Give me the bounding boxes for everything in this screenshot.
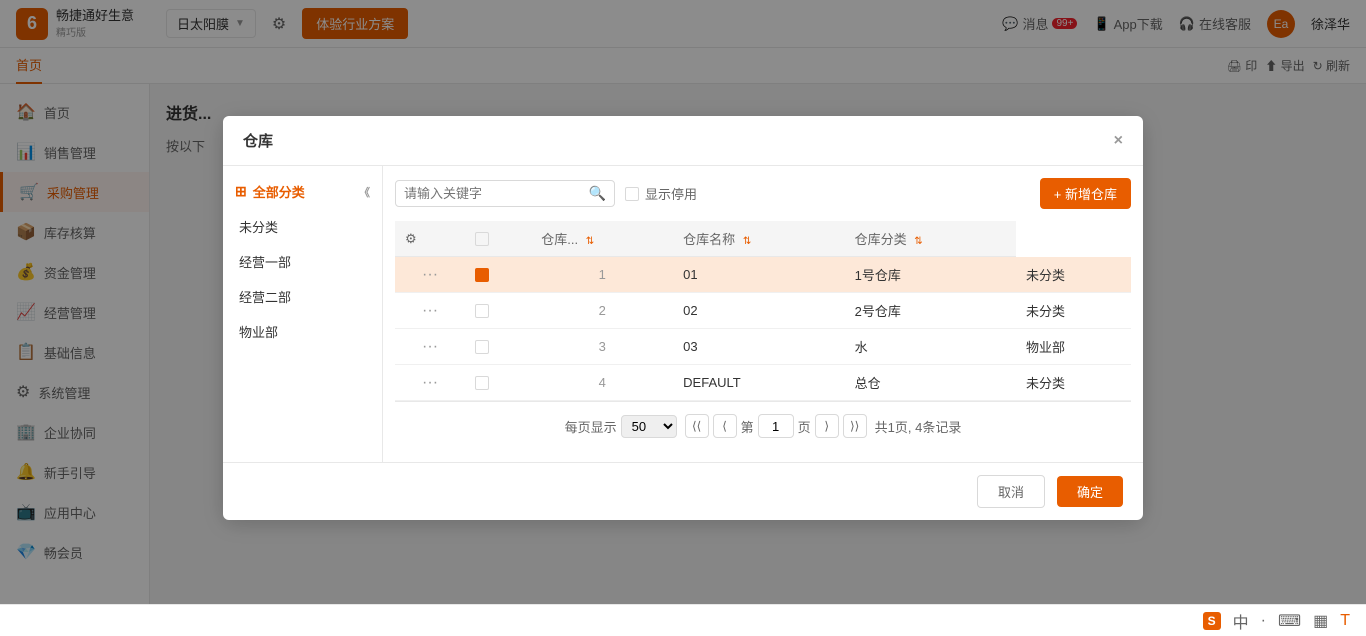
warehouse-modal: 仓库 × ⊞ 全部分类 《 未分类 经营一部 经营二部 物业部 (223, 116, 1143, 520)
table-panel: 🔍 显示停用 + 新增仓库 ⚙ (383, 166, 1143, 462)
search-icon[interactable]: 🔍 (589, 185, 606, 202)
add-warehouse-button[interactable]: + 新增仓库 (1040, 178, 1131, 209)
row-check-cell-0[interactable] (465, 257, 531, 293)
row-gear-0[interactable]: ··· (395, 257, 465, 293)
table-row[interactable]: ··· 1 01 1号仓库 未分类 (395, 257, 1131, 293)
page-label: 第 (741, 417, 754, 436)
next-page-btn[interactable]: ⟩ (815, 414, 839, 438)
col-name[interactable]: 仓库名称 ⇅ (673, 221, 844, 257)
modal-close-button[interactable]: × (1114, 132, 1123, 150)
page-suffix: 页 (798, 417, 811, 436)
col-code[interactable]: 仓库... ⇅ (531, 221, 673, 257)
more-icon-1[interactable]: ··· (422, 302, 438, 319)
modal-title: 仓库 (243, 130, 273, 151)
pagination: 每页显示 50 100 ⟨⟨ ⟨ 第 页 ⟩ ⟩⟩ (395, 401, 1131, 450)
table-body: ··· 1 01 1号仓库 未分类 ··· 2 02 2号仓库 未分类 ··· (395, 257, 1131, 401)
search-input-wrap[interactable]: 🔍 (395, 180, 615, 207)
category-grid-icon: ⊞ (235, 183, 247, 200)
modal-backdrop: 仓库 × ⊞ 全部分类 《 未分类 经营一部 经营二部 物业部 (0, 0, 1366, 636)
col-gear[interactable]: ⚙ (395, 221, 465, 257)
row-num-3: 4 (531, 365, 673, 401)
row-code-0: 01 (673, 257, 844, 293)
category-collapse-icon[interactable]: 《 (359, 184, 370, 200)
layout-icon[interactable]: ▦ (1313, 611, 1328, 631)
row-category-0: 未分类 (1016, 257, 1131, 293)
cancel-button[interactable]: 取消 (977, 475, 1045, 508)
per-page-area: 每页显示 50 100 (565, 415, 677, 438)
more-icon-3[interactable]: ··· (422, 374, 438, 391)
row-num-2: 3 (531, 329, 673, 365)
row-check-cell-1[interactable] (465, 293, 531, 329)
table-row[interactable]: ··· 2 02 2号仓库 未分类 (395, 293, 1131, 329)
row-name-0: 1号仓库 (845, 257, 1016, 293)
row-gear-1[interactable]: ··· (395, 293, 465, 329)
chinese-icon[interactable]: 中 (1233, 609, 1249, 633)
page-input[interactable] (758, 414, 794, 438)
category-header-label: 全部分类 (253, 182, 305, 201)
row-checkbox-3[interactable] (475, 376, 489, 390)
prev-page-btn[interactable]: ⟨ (713, 414, 737, 438)
row-name-3: 总仓 (845, 365, 1016, 401)
row-category-1: 未分类 (1016, 293, 1131, 329)
row-checkbox-1[interactable] (475, 304, 489, 318)
col-check (465, 221, 531, 257)
more-icon-0[interactable]: ··· (422, 266, 438, 283)
category-item-ops2[interactable]: 经营二部 (223, 279, 382, 314)
last-page-btn[interactable]: ⟩⟩ (843, 414, 867, 438)
search-input[interactable] (404, 186, 589, 201)
select-all-checkbox[interactable] (475, 232, 489, 246)
table-row[interactable]: ··· 4 DEFAULT 总仓 未分类 (395, 365, 1131, 401)
row-check-cell-3[interactable] (465, 365, 531, 401)
row-checkbox-0[interactable] (475, 268, 489, 282)
row-code-2: 03 (673, 329, 844, 365)
t-icon[interactable]: T (1340, 612, 1350, 630)
bottom-bar: S 中 · ⌨ ▦ T (0, 604, 1366, 636)
total-info: 共1页, 4条记录 (875, 417, 962, 436)
category-item-unclassified[interactable]: 未分类 (223, 209, 382, 244)
table-header-row: ⚙ 仓库... ⇅ 仓库名称 ⇅ (395, 221, 1131, 257)
row-checkbox-2[interactable] (475, 340, 489, 354)
more-icon-2[interactable]: ··· (422, 338, 438, 355)
sort-category-icon: ⇅ (914, 236, 922, 247)
row-num-1: 2 (531, 293, 673, 329)
warehouse-table: ⚙ 仓库... ⇅ 仓库名称 ⇅ (395, 221, 1131, 401)
show-disabled-area: 显示停用 (625, 184, 697, 203)
keyboard-icon[interactable]: ⌨ (1278, 611, 1301, 631)
dot-icon[interactable]: · (1261, 612, 1266, 630)
modal-header: 仓库 × (223, 116, 1143, 166)
row-name-2: 水 (845, 329, 1016, 365)
row-code-3: DEFAULT (673, 365, 844, 401)
first-page-btn[interactable]: ⟨⟨ (685, 414, 709, 438)
row-check-cell-2[interactable] (465, 329, 531, 365)
row-category-2: 物业部 (1016, 329, 1131, 365)
sort-name-icon: ⇅ (743, 236, 751, 247)
row-code-1: 02 (673, 293, 844, 329)
per-page-label: 每页显示 (565, 417, 617, 436)
table-row[interactable]: ··· 3 03 水 物业部 (395, 329, 1131, 365)
show-disabled-label: 显示停用 (645, 184, 697, 203)
modal-body: ⊞ 全部分类 《 未分类 经营一部 经营二部 物业部 🔍 (223, 166, 1143, 462)
row-category-3: 未分类 (1016, 365, 1131, 401)
modal-footer: 取消 确定 (223, 462, 1143, 520)
sort-code-icon: ⇅ (586, 236, 594, 247)
s-logo: S (1203, 612, 1221, 630)
row-num-0: 1 (531, 257, 673, 293)
per-page-select[interactable]: 50 100 (621, 415, 677, 438)
confirm-button[interactable]: 确定 (1057, 476, 1123, 507)
row-gear-3[interactable]: ··· (395, 365, 465, 401)
col-category[interactable]: 仓库分类 ⇅ (845, 221, 1016, 257)
show-disabled-checkbox[interactable] (625, 187, 639, 201)
category-header[interactable]: ⊞ 全部分类 《 (223, 174, 382, 209)
table-toolbar: 🔍 显示停用 + 新增仓库 (395, 178, 1131, 209)
category-item-property[interactable]: 物业部 (223, 314, 382, 349)
category-panel: ⊞ 全部分类 《 未分类 经营一部 经营二部 物业部 (223, 166, 383, 462)
row-gear-2[interactable]: ··· (395, 329, 465, 365)
category-item-ops1[interactable]: 经营一部 (223, 244, 382, 279)
page-nav: ⟨⟨ ⟨ 第 页 ⟩ ⟩⟩ (685, 414, 867, 438)
row-name-1: 2号仓库 (845, 293, 1016, 329)
